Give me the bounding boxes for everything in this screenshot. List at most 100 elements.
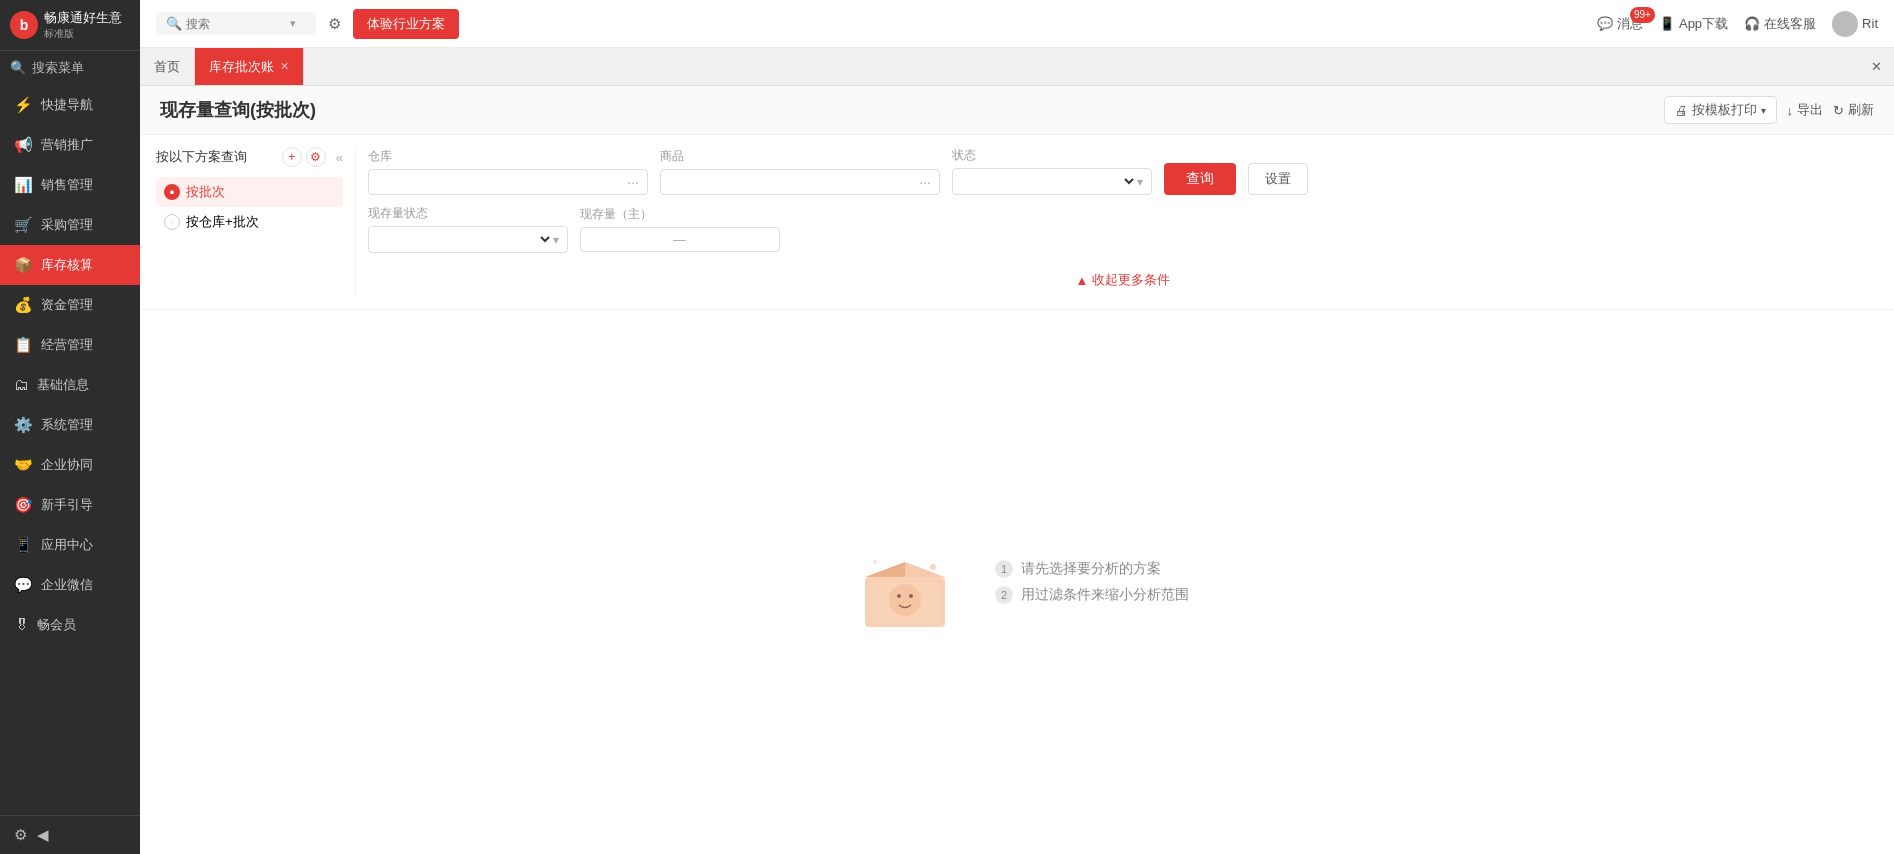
sidebar-item-enterprise[interactable]: 🤝 企业协同 (0, 445, 140, 485)
sidebar-item-system[interactable]: ⚙️ 系统管理 (0, 405, 140, 445)
tab-close-icon[interactable]: ✕ (280, 60, 289, 73)
corpwechat-icon: 💬 (14, 576, 33, 594)
product-field: 商品 ··· (660, 148, 940, 195)
tab-close-main-icon[interactable]: ✕ (1859, 59, 1894, 74)
search-box[interactable]: 🔍 ▾ (156, 12, 316, 35)
search-input[interactable] (186, 17, 286, 31)
inventory-status-wrap[interactable]: ▾ (368, 226, 568, 253)
manage-scheme-button[interactable]: ⚙ (306, 147, 326, 167)
tab-home[interactable]: 首页 (140, 48, 195, 85)
experience-button[interactable]: 体验行业方案 (353, 9, 459, 39)
warehouse-label: 仓库 (368, 148, 648, 165)
export-button[interactable]: ↓ 导出 (1787, 101, 1824, 119)
tip-num-2: 2 (995, 586, 1013, 604)
add-scheme-button[interactable]: + (282, 147, 302, 167)
sidebar-item-newbie[interactable]: 🎯 新手引导 (0, 485, 140, 525)
print-chevron-icon[interactable]: ▾ (1761, 105, 1766, 116)
scheme-active-dot: ● (164, 184, 180, 200)
app-download-label: App下载 (1679, 15, 1728, 33)
sidebar-item-corpwechat[interactable]: 💬 企业微信 (0, 565, 140, 605)
inventory-status-select[interactable] (377, 231, 553, 248)
search-box-icon: 🔍 (166, 16, 182, 31)
filter-fields: 仓库 ··· 商品 ··· (368, 147, 1878, 297)
topbar-gear-icon[interactable]: ⚙ (324, 15, 345, 33)
warehouse-input-wrap[interactable]: ··· (368, 169, 648, 195)
page-title: 现存量查询(按批次) (160, 98, 316, 122)
page-header: 现存量查询(按批次) 🖨 按模板打印 ▾ ↓ 导出 ↻ 刷新 (140, 86, 1894, 135)
sidebar-item-purchase[interactable]: 🛒 采购管理 (0, 205, 140, 245)
topbar-right: 💬 消息 99+ 📱 App下载 🎧 在线客服 Rit (1597, 11, 1878, 37)
app-download-button[interactable]: 📱 App下载 (1659, 15, 1728, 33)
status-label: 状态 (952, 147, 1152, 164)
status-select-wrap[interactable]: ▾ (952, 168, 1152, 195)
inventory-status-label: 现存量状态 (368, 205, 568, 222)
refresh-label: 刷新 (1848, 101, 1874, 119)
empty-tip-2: 2 用过滤条件来缩小分析范围 (995, 586, 1189, 604)
collapse-sidebar-button[interactable]: ◀ (37, 826, 49, 844)
inventory-qty-label: 现存量（主） (580, 206, 780, 223)
sidebar-item-appcenter[interactable]: 📱 应用中心 (0, 525, 140, 565)
page-header-actions: 🖨 按模板打印 ▾ ↓ 导出 ↻ 刷新 (1664, 96, 1875, 124)
search-menu-item[interactable]: 🔍 搜索菜单 (0, 51, 140, 85)
inventory-icon: 📦 (14, 256, 33, 274)
sidebar-bottom: ⚙ ◀ (0, 815, 140, 854)
sidebar-item-marketing[interactable]: 📢 营销推广 (0, 125, 140, 165)
product-dots-icon[interactable]: ··· (919, 174, 931, 190)
settings-icon[interactable]: ⚙ (14, 826, 27, 844)
sidebar-item-inventory[interactable]: 📦 库存核算 (0, 245, 140, 285)
sidebar-item-finance[interactable]: 💰 资金管理 (0, 285, 140, 325)
scheme-header-icons: + ⚙ (282, 147, 326, 167)
messages-button[interactable]: 💬 消息 99+ (1597, 15, 1643, 33)
warehouse-input[interactable] (377, 174, 623, 189)
scheme-header-label: 按以下方案查询 (156, 148, 247, 166)
sidebar-item-sales[interactable]: 📊 销售管理 (0, 165, 140, 205)
query-button[interactable]: 查询 (1164, 163, 1236, 195)
user-profile[interactable]: Rit (1832, 11, 1878, 37)
svg-point-3 (897, 594, 901, 598)
tab-batch[interactable]: 库存批次账 ✕ (195, 48, 304, 85)
collapse-up-icon: ▲ (1076, 273, 1089, 288)
status-select[interactable] (961, 173, 1137, 190)
range-dash: — (673, 232, 686, 247)
warehouse-field: 仓库 ··· (368, 148, 648, 195)
sidebar-nav: ⚡ 快捷导航 📢 营销推广 📊 销售管理 🛒 采购管理 📦 库存核算 💰 资金管… (0, 85, 140, 815)
sidebar-item-quicknav[interactable]: ⚡ 快捷导航 (0, 85, 140, 125)
status-chevron-icon: ▾ (1137, 175, 1143, 189)
empty-state: 1 请先选择要分析的方案 2 用过滤条件来缩小分析范围 (140, 310, 1894, 854)
basics-icon: 🗂 (14, 376, 29, 393)
scheme-item-batch[interactable]: ● 按批次 (156, 177, 343, 207)
search-chevron-icon[interactable]: ▾ (290, 17, 296, 30)
inventory-qty-range[interactable]: — (580, 227, 780, 252)
online-support-button[interactable]: 🎧 在线客服 (1744, 15, 1816, 33)
sales-icon: 📊 (14, 176, 33, 194)
scheme-item-warehouse-batch[interactable]: ○ 按仓库+批次 (156, 207, 343, 237)
export-icon: ↓ (1787, 103, 1794, 118)
sidebar-item-member[interactable]: 🎖 畅会员 (0, 605, 140, 645)
product-input[interactable] (669, 174, 915, 189)
quicknav-icon: ⚡ (14, 96, 33, 114)
collapse-scheme-icon[interactable]: « (336, 150, 343, 165)
tab-home-label: 首页 (154, 58, 180, 76)
system-icon: ⚙️ (14, 416, 33, 434)
print-button[interactable]: 🖨 按模板打印 ▾ (1664, 96, 1777, 124)
product-input-wrap[interactable]: ··· (660, 169, 940, 195)
sidebar-item-newbie-label: 新手引导 (41, 496, 93, 514)
refresh-icon: ↻ (1833, 103, 1844, 118)
settings-button[interactable]: 设置 (1248, 163, 1308, 195)
refresh-button[interactable]: ↻ 刷新 (1833, 101, 1874, 119)
inventory-qty-max-input[interactable] (690, 232, 770, 247)
sidebar-item-basics[interactable]: 🗂 基础信息 (0, 365, 140, 405)
product-label: 商品 (660, 148, 940, 165)
filter-row-1: 仓库 ··· 商品 ··· (368, 147, 1878, 195)
sidebar-item-inventory-label: 库存核算 (41, 256, 93, 274)
sidebar-item-purchase-label: 采购管理 (41, 216, 93, 234)
collapse-more-button[interactable]: ▲ 收起更多条件 (368, 263, 1878, 297)
tab-batch-label: 库存批次账 (209, 58, 274, 76)
scheme-batch-label: 按批次 (186, 183, 225, 201)
sidebar-item-operation[interactable]: 📋 经营管理 (0, 325, 140, 365)
user-avatar (1832, 11, 1858, 37)
inventory-qty-min-input[interactable] (589, 232, 669, 247)
warehouse-dots-icon[interactable]: ··· (627, 174, 639, 190)
sidebar-item-member-label: 畅会员 (37, 616, 76, 634)
appcenter-icon: 📱 (14, 536, 33, 554)
